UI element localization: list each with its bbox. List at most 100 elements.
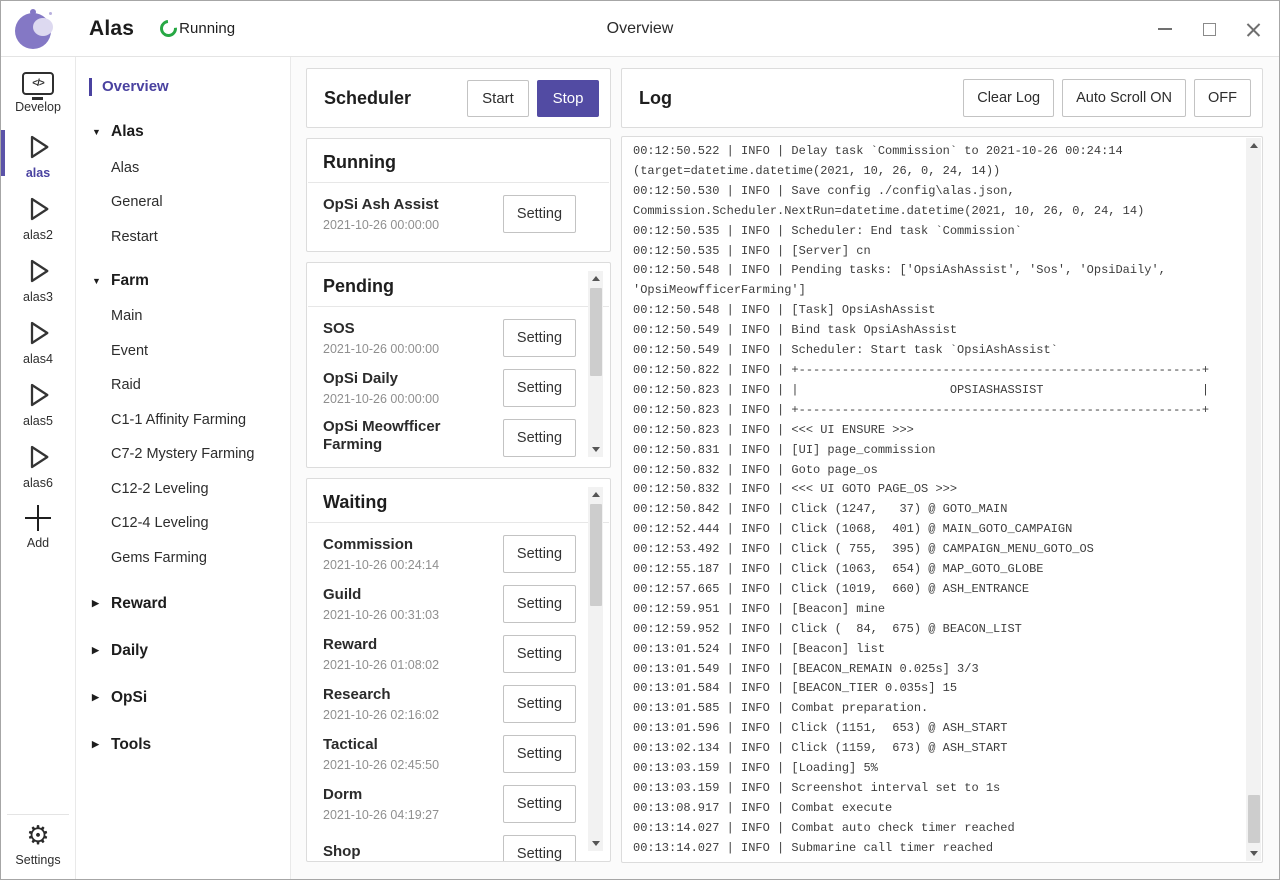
task-name: Guild: [323, 586, 501, 604]
waiting-scrollbar[interactable]: [588, 487, 603, 851]
task-item: Guild 2021-10-26 00:31:03 Setting: [323, 579, 610, 629]
nav-item-restart[interactable]: Restart: [111, 229, 290, 245]
log-line: 00:12:50.535 | INFO | Scheduler: End tas…: [633, 222, 1238, 242]
task-name: Commission: [323, 536, 501, 554]
play-icon: [22, 255, 54, 287]
rail-item-alas4[interactable]: alas4: [1, 310, 75, 372]
task-setting-button[interactable]: Setting: [503, 835, 576, 862]
chevron-down-icon: ▼: [92, 276, 102, 286]
autoscroll-off-button[interactable]: OFF: [1194, 79, 1251, 117]
log-line: (target=datetime.datetime(2021, 10, 26, …: [633, 162, 1238, 182]
scroll-up-icon[interactable]: [592, 276, 600, 281]
nav-item-c12-2-leveling[interactable]: C12-2 Leveling: [111, 481, 290, 497]
nav-item-raid[interactable]: Raid: [111, 377, 290, 393]
log-line: 00:12:50.522 | INFO | Delay task `Commis…: [633, 142, 1238, 162]
rail-item-alas5[interactable]: alas5: [1, 372, 75, 434]
nav-group-label: Reward: [111, 595, 167, 613]
close-button[interactable]: [1245, 21, 1261, 37]
log-line: 00:12:55.187 | INFO | Click (1063, 654) …: [633, 560, 1238, 580]
nav-item-c12-4-leveling[interactable]: C12-4 Leveling: [111, 515, 290, 531]
log-line: 00:12:50.530 | INFO | Save config ./conf…: [633, 182, 1238, 202]
nav-group-farm[interactable]: ▼ Farm: [92, 272, 290, 290]
rail-item-develop[interactable]: Develop: [1, 65, 75, 124]
task-item: OpSi Meowfficer Farming Setting: [323, 413, 610, 463]
task-setting-button[interactable]: Setting: [503, 685, 576, 723]
task-setting-button[interactable]: Setting: [503, 319, 576, 357]
pending-panel: Pending SOS 2021-10-26 00:00:00 Setting: [306, 262, 611, 468]
log-line: 00:12:59.952 | INFO | Click ( 84, 675) @…: [633, 620, 1238, 640]
scrollbar-thumb[interactable]: [590, 504, 602, 606]
rail-item-add[interactable]: Add: [1, 496, 75, 556]
scroll-down-icon[interactable]: [592, 841, 600, 846]
scroll-up-icon[interactable]: [1250, 143, 1258, 148]
log-line: 00:12:50.823 | INFO | | OPSIASHASSIST |: [633, 381, 1238, 401]
log-line: 00:12:50.832 | INFO | <<< UI GOTO PAGE_O…: [633, 480, 1238, 500]
task-setting-button[interactable]: Setting: [503, 369, 576, 407]
nav-item-c7-2-mystery-farming[interactable]: C7-2 Mystery Farming: [111, 446, 290, 462]
nav-item-main[interactable]: Main: [111, 308, 290, 324]
scroll-up-icon[interactable]: [592, 492, 600, 497]
nav-item-event[interactable]: Event: [111, 343, 290, 359]
log-line: 00:12:50.842 | INFO | Click (1247, 37) @…: [633, 500, 1238, 520]
running-spinner-icon: [157, 17, 181, 41]
maximize-button[interactable]: [1201, 21, 1217, 37]
rail-item-alas2[interactable]: alas2: [1, 186, 75, 248]
task-name: Tactical: [323, 736, 501, 754]
task-setting-button[interactable]: Setting: [503, 419, 576, 457]
task-next-run-time: 2021-10-26 01:08:02: [323, 658, 501, 672]
stop-button[interactable]: Stop: [537, 80, 599, 117]
log-line: Commission.Scheduler.NextRun=datetime.da…: [633, 202, 1238, 222]
task-item: OpSi Ash Assist 2021-10-26 00:00:00 Sett…: [323, 189, 610, 239]
task-item: Reward 2021-10-26 01:08:02 Setting: [323, 629, 610, 679]
task-setting-button[interactable]: Setting: [503, 585, 576, 623]
scrollbar-thumb[interactable]: [590, 288, 602, 376]
task-setting-button[interactable]: Setting: [503, 785, 576, 823]
nav-group-daily[interactable]: ▶ Daily: [92, 642, 290, 660]
nav-group-alas[interactable]: ▼ Alas: [92, 123, 290, 141]
task-setting-button[interactable]: Setting: [503, 195, 576, 233]
rail-item-alas3[interactable]: alas3: [1, 248, 75, 310]
nav-item-c1-1-affinity-farming[interactable]: C1-1 Affinity Farming: [111, 412, 290, 428]
task-name: Dorm: [323, 786, 501, 804]
nav-item-gems-farming[interactable]: Gems Farming: [111, 550, 290, 566]
scroll-down-icon[interactable]: [1250, 851, 1258, 856]
log-line: 00:12:50.535 | INFO | [Server] cn: [633, 242, 1238, 262]
log-scrollbar[interactable]: [1246, 138, 1261, 861]
minimize-button[interactable]: [1157, 21, 1173, 37]
task-setting-button[interactable]: Setting: [503, 735, 576, 773]
rail-item-settings[interactable]: ⚙ Settings: [1, 815, 75, 879]
log-line: 00:12:52.444 | INFO | Click (1068, 401) …: [633, 520, 1238, 540]
scrollbar-thumb[interactable]: [1248, 795, 1260, 843]
task-item: Dorm 2021-10-26 04:19:27 Setting: [323, 779, 610, 829]
log-line: 00:12:50.832 | INFO | Goto page_os: [633, 461, 1238, 481]
scroll-down-icon[interactable]: [592, 447, 600, 452]
scheduler-panel: Scheduler Start Stop: [306, 68, 611, 128]
nav-item-overview[interactable]: Overview: [89, 78, 290, 96]
app-logo-icon: [15, 9, 55, 49]
rail-item-alas6[interactable]: alas6: [1, 434, 75, 496]
autoscroll-on-button[interactable]: Auto Scroll ON: [1062, 79, 1186, 117]
task-name: OpSi Meowfficer Farming: [323, 418, 501, 454]
gear-icon: ⚙: [26, 822, 49, 850]
log-line: 00:13:02.134 | INFO | Click (1159, 673) …: [633, 739, 1238, 759]
nav-item-alas[interactable]: Alas: [111, 160, 290, 176]
start-button[interactable]: Start: [467, 80, 529, 117]
task-setting-button[interactable]: Setting: [503, 635, 576, 673]
task-item: Tactical 2021-10-26 02:45:50 Setting: [323, 729, 610, 779]
config-nav: Overview ▼ Alas Alas General Restart ▼ F…: [76, 57, 291, 879]
nav-group-tools[interactable]: ▶ Tools: [92, 736, 290, 754]
nav-item-general[interactable]: General: [111, 194, 290, 210]
log-line: 00:13:01.584 | INFO | [BEACON_TIER 0.035…: [633, 679, 1238, 699]
plus-icon: [24, 503, 52, 533]
clear-log-button[interactable]: Clear Log: [963, 79, 1054, 117]
develop-icon: [22, 72, 54, 95]
nav-group-opsi[interactable]: ▶ OpSi: [92, 689, 290, 707]
task-setting-button[interactable]: Setting: [503, 535, 576, 573]
log-line: 'OpsiMeowfficerFarming']: [633, 281, 1238, 301]
scheduler-title: Scheduler: [324, 88, 467, 109]
rail-item-alas[interactable]: alas: [1, 124, 75, 186]
scheduler-status: Running: [160, 20, 235, 37]
task-next-run-time: 2021-10-26 00:24:14: [323, 558, 501, 572]
pending-scrollbar[interactable]: [588, 271, 603, 457]
nav-group-reward[interactable]: ▶ Reward: [92, 595, 290, 613]
